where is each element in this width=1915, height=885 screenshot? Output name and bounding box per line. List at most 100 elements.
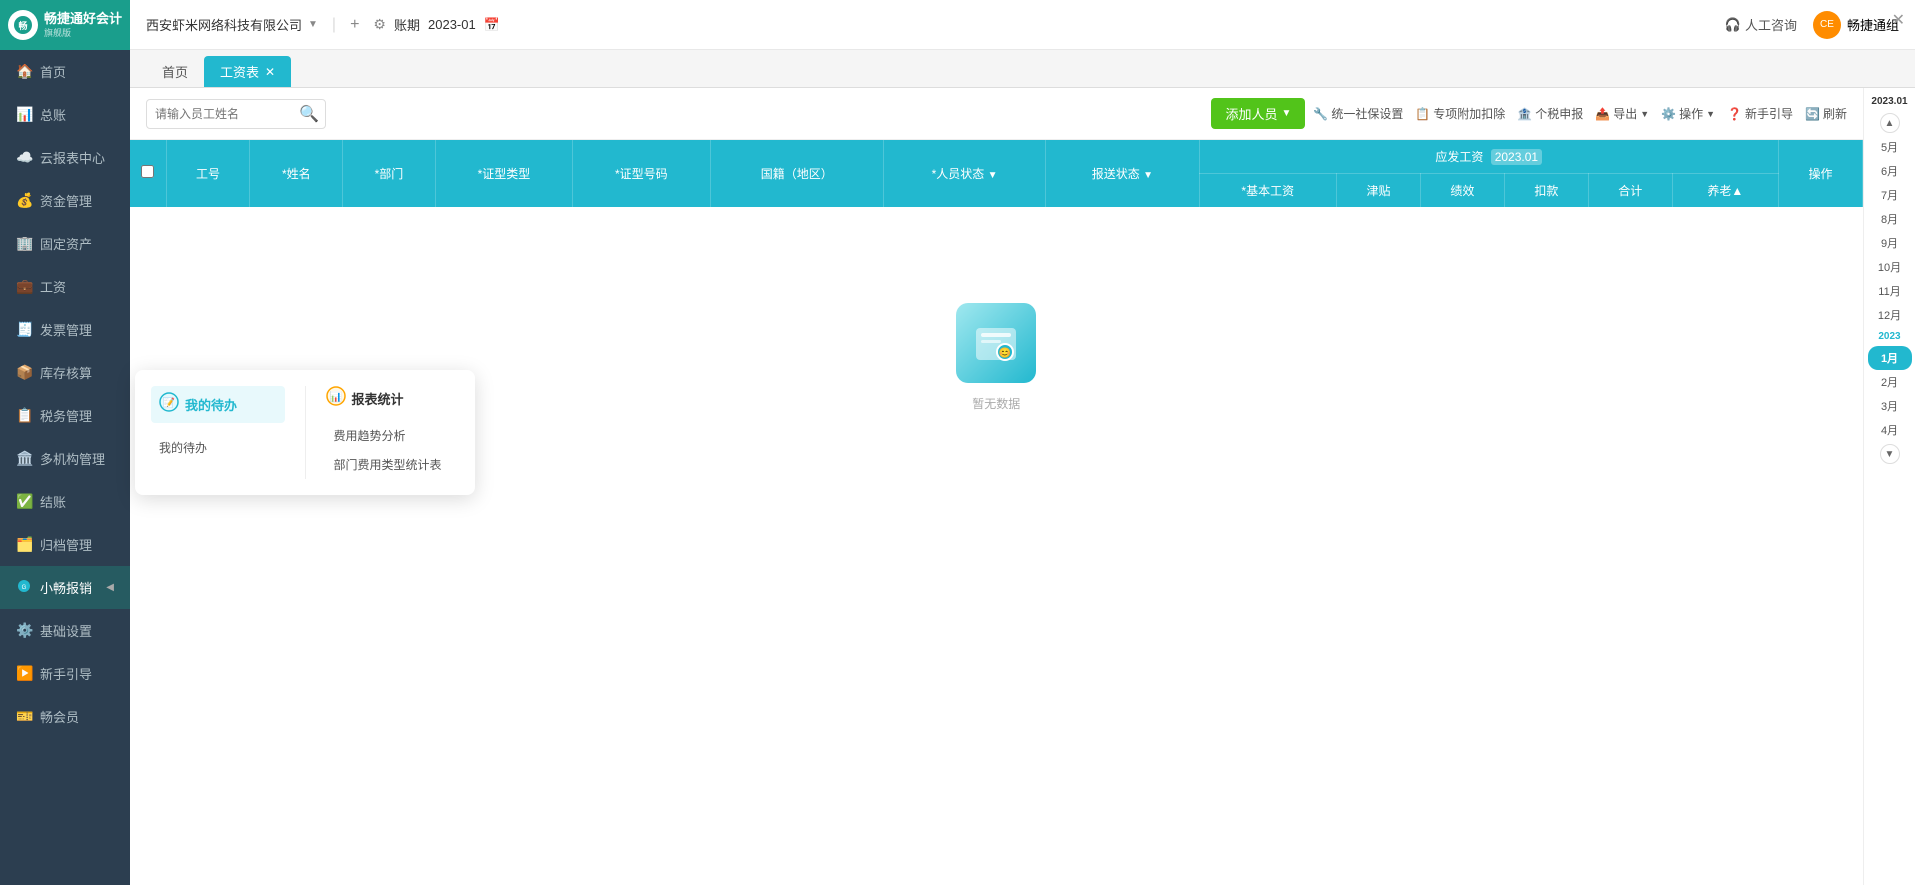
sidebar-item-fund[interactable]: 💰 资金管理 [0,179,130,222]
search-icon: 🔍 [299,104,319,124]
sidebar-item-invoice[interactable]: 🧾 发票管理 [0,308,130,351]
tab-close-icon[interactable]: ✕ [265,65,275,79]
salary-table: 工号 *姓名 *部门 *证型类型 *证型号码 国籍（地区） *人员状态 ▼ [130,140,1863,885]
sidebar-item-label: 归档管理 [40,535,92,554]
popup-header-report: 📊 报表统计 [326,386,460,411]
company-selector[interactable]: 西安虾米网络科技有限公司 ▼ [146,15,318,34]
user-avatar: CE [1813,11,1841,39]
social-insurance-button[interactable]: 🔧 统一社保设置 [1313,105,1403,122]
window-close-button[interactable]: ✕ [1892,10,1905,30]
add-person-button[interactable]: 添加人员 ▼ [1211,98,1305,129]
avatar-initials: CE [1820,19,1834,30]
timeline-up-button[interactable]: ▲ [1880,113,1900,133]
timeline-month-9[interactable]: 9月 [1868,231,1912,255]
popup-header-todo: 📝 我的待办 [151,386,285,423]
timeline-month-8[interactable]: 8月 [1868,207,1912,231]
timeline-month-11[interactable]: 11月 [1868,279,1912,303]
sidebar-item-ledger[interactable]: 📊 总账 [0,93,130,136]
sidebar-item-salary[interactable]: 💼 工资 [0,265,130,308]
tab-salary-label: 工资表 [220,62,259,81]
th-deduction: 扣款 [1504,174,1588,208]
sidebar-item-expense[interactable]: G 小畅报销 ◀ [0,566,130,609]
sidebar-item-label: 畅会员 [40,707,79,726]
refresh-button[interactable]: 🔄 刷新 [1805,105,1847,122]
export-button[interactable]: 📤 导出 ▼ [1595,105,1649,122]
select-all-checkbox[interactable] [141,165,154,178]
th-total: 合计 [1588,174,1672,208]
timeline-month-7[interactable]: 7月 [1868,183,1912,207]
sidebar-item-guide[interactable]: ▶️ 新手引导 [0,652,130,695]
timeline-month-12[interactable]: 12月 [1868,303,1912,327]
timeline-month-3[interactable]: 3月 [1868,394,1912,418]
svg-text:📝: 📝 [163,396,175,409]
sidebar-item-label: 库存核算 [40,363,92,382]
tab-home[interactable]: 首页 [146,56,204,87]
app-title: 畅捷通好会计 [44,11,122,27]
sidebar-item-label: 基础设置 [40,621,92,640]
user-info[interactable]: CE 畅捷通组 [1813,11,1899,39]
sidebar-item-close[interactable]: ✅ 结账 [0,480,130,523]
timeline-month-1[interactable]: 1月 [1868,346,1912,370]
tab-home-label: 首页 [162,62,188,81]
timeline-month-5[interactable]: 5月 [1868,135,1912,159]
th-pension: 养老▲ [1672,174,1778,208]
ledger-icon: 📊 [16,106,32,123]
timeline-month-4[interactable]: 4月 [1868,418,1912,442]
popup-header-report-label: 报表统计 [352,389,404,408]
filter-icon[interactable]: ▼ [988,170,998,181]
sidebar-item-archive[interactable]: 🗂️ 归档管理 [0,523,130,566]
operations-arrow-icon: ▼ [1706,109,1715,119]
cloud-icon: ☁️ [16,149,32,166]
popup-item-dept-cost[interactable]: 部门费用类型统计表 [326,450,460,479]
timeline: 2023.01 ▲ 5月 6月 7月 8月 9月 10月 11月 12月 202… [1863,88,1915,885]
report-icon: 📊 [326,386,346,411]
timeline-month-6[interactable]: 6月 [1868,159,1912,183]
tax-deduction-button[interactable]: 📋 专项附加扣除 [1415,105,1505,122]
popup-header-todo-label: 我的待办 [185,395,237,414]
topbar-actions: 🎧 人工咨询 CE 畅捷通组 [1725,11,1899,39]
sidebar-item-settings[interactable]: ⚙️ 基础设置 [0,609,130,652]
sidebar-item-label: 云报表中心 [40,148,105,167]
org-icon: 🏛️ [16,450,32,467]
operations-label: 操作 [1679,105,1703,122]
period-badge: 2023.01 [1491,149,1542,165]
sidebar-item-cloud-report[interactable]: ☁️ 云报表中心 [0,136,130,179]
svg-text:G: G [22,585,27,591]
period-display[interactable]: 账期 2023-01 📅 [394,15,500,34]
th-allowance: 津贴 [1336,174,1420,208]
sidebar-item-home[interactable]: 🏠 首页 [0,50,130,93]
th-should-pay-header: 应发工资 2023.01 [1199,140,1778,174]
tax-report-label: 个税申报 [1535,105,1583,122]
sidebar-item-label: 小畅报销 [40,578,92,597]
sidebar-item-inventory[interactable]: 📦 库存核算 [0,351,130,394]
sidebar-item-assets[interactable]: 🏢 固定资产 [0,222,130,265]
calendar-icon: 📅 [484,17,500,33]
tab-salary[interactable]: 工资表 ✕ [204,56,291,87]
th-checkbox[interactable] [130,140,166,207]
social-insurance-label: 统一社保设置 [1331,105,1403,122]
popup-item-my-todo[interactable]: 我的待办 [151,433,285,462]
toolbar: 🔍 添加人员 ▼ 🔧 统一社保设置 📋 专项附加扣除 [130,88,1863,140]
timeline-month-10[interactable]: 10月 [1868,255,1912,279]
tax-icon: 📋 [16,407,32,424]
operations-button[interactable]: ⚙️ 操作 ▼ [1661,105,1715,122]
sidebar-item-multiorg[interactable]: 🏛️ 多机构管理 [0,437,130,480]
sidebar-item-tax[interactable]: 📋 税务管理 [0,394,130,437]
th-name: *姓名 [250,140,343,207]
sidebar-item-label: 资金管理 [40,191,92,210]
empty-icon: 😊 [956,303,1036,383]
member-icon: 🎫 [16,708,32,725]
timeline-down-button[interactable]: ▼ [1880,444,1900,464]
popup-item-cost-trend[interactable]: 费用趋势分析 [326,421,460,450]
sidebar-item-label: 多机构管理 [40,449,105,468]
settings-button[interactable]: ⚙ [373,16,386,33]
sidebar-item-member[interactable]: 🎫 畅会员 [0,695,130,738]
tax-report-button[interactable]: 🏦 个税申报 [1517,105,1583,122]
search-input[interactable] [155,107,295,121]
guide-button[interactable]: ❓ 新手引导 [1727,105,1793,122]
add-company-button[interactable]: + [350,16,359,34]
add-person-label: 添加人员 [1225,104,1277,123]
send-filter-icon[interactable]: ▼ [1143,170,1153,181]
timeline-month-2[interactable]: 2月 [1868,370,1912,394]
service-button[interactable]: 🎧 人工咨询 [1725,15,1797,34]
